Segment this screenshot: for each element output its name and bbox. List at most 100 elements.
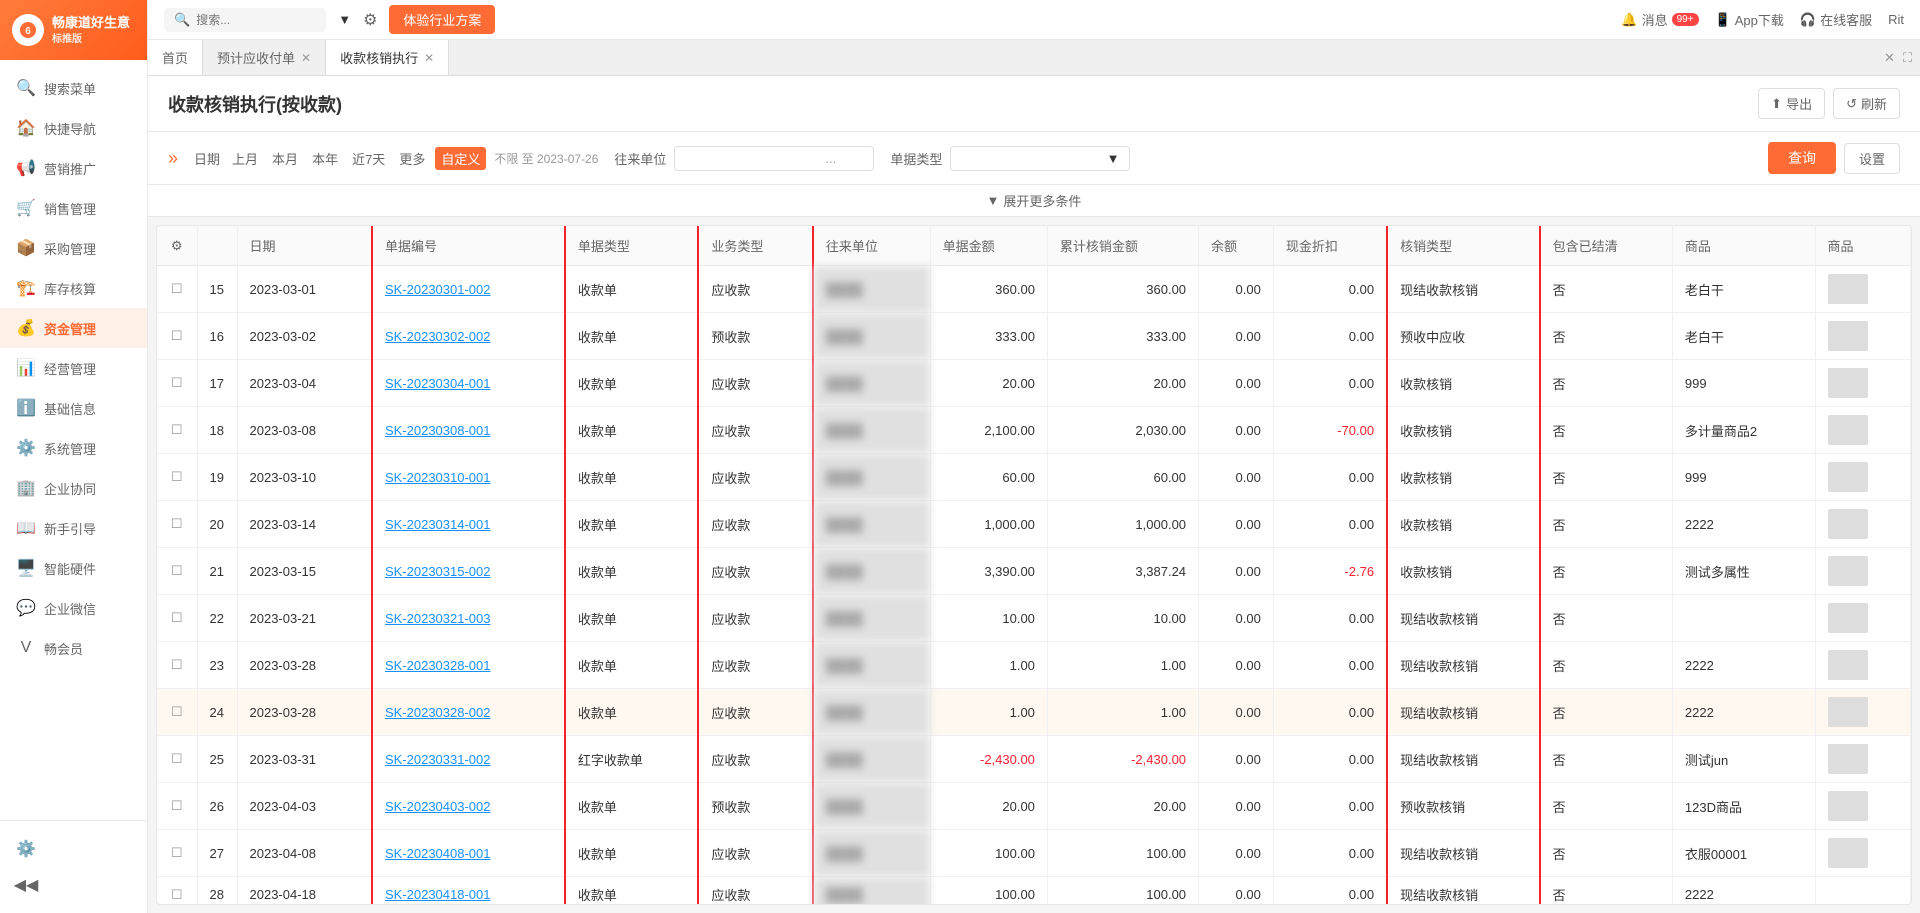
header-settings-icon[interactable]: ⚙ [363,10,377,30]
sidebar-item-inventory[interactable]: 🏗️ 库存核算 [0,268,147,308]
sidebar-item-operation[interactable]: 📊 经营管理 [0,348,147,388]
sidebar-item-member[interactable]: V 畅会员 [0,628,147,668]
col-docno-header[interactable]: 单据编号 [372,226,565,266]
row-settings[interactable]: ☐ [157,642,197,689]
sidebar-item-wechat[interactable]: 💬 企业微信 [0,588,147,628]
app-download-btn[interactable]: 📱 App下载 [1715,10,1784,29]
col-biztype-header[interactable]: 业务类型 [698,226,812,266]
docno-link[interactable]: SK-20230302-002 [385,329,491,344]
row-settings[interactable]: ☐ [157,736,197,783]
tab-receivable-close[interactable]: ✕ [301,51,311,65]
export-button[interactable]: ⬆ 导出 [1758,88,1825,119]
docno-link[interactable]: SK-20230331-002 [385,752,491,767]
doctype-select[interactable]: ▼ [950,146,1130,171]
tab-close-all-icon[interactable]: ✕ [1884,50,1895,66]
col-product2-header[interactable]: 商品 [1815,226,1910,266]
docno-link[interactable]: SK-20230310-001 [385,470,491,485]
col-balance-header[interactable]: 余额 [1199,226,1274,266]
sidebar-item-marketing[interactable]: 📢 营销推广 [0,148,147,188]
docno-link[interactable]: SK-20230418-001 [385,887,491,902]
table-row[interactable]: ☐ 22 2023-03-21 SK-20230321-003 收款单 应收款 … [157,595,1911,642]
header-search[interactable]: 🔍 [164,8,326,32]
date-btn-custom[interactable]: 自定义 [435,147,486,170]
row-settings[interactable]: ☐ [157,783,197,830]
col-doctype-header[interactable]: 单据类型 [565,226,699,266]
table-row[interactable]: ☐ 26 2023-04-03 SK-20230403-002 收款单 预收款 … [157,783,1911,830]
row-settings[interactable]: ☐ [157,877,197,906]
table-row[interactable]: ☐ 15 2023-03-01 SK-20230301-002 收款单 应收款 … [157,266,1911,313]
col-amount-header[interactable]: 单据金额 [930,226,1047,266]
table-row[interactable]: ☐ 19 2023-03-10 SK-20230310-001 收款单 应收款 … [157,454,1911,501]
partner-input[interactable]: ... [674,146,874,171]
docno-link[interactable]: SK-20230314-001 [385,517,491,532]
docno-link[interactable]: SK-20230315-002 [385,564,491,579]
sidebar-collapse-btn[interactable]: ◀◀ [0,867,147,903]
col-product1-header[interactable]: 商品 [1672,226,1815,266]
row-settings[interactable]: ☐ [157,313,197,360]
table-row[interactable]: ☐ 28 2023-04-18 SK-20230418-001 收款单 应收款 … [157,877,1911,906]
docno-link[interactable]: SK-20230328-001 [385,658,491,673]
row-settings[interactable]: ☐ [157,689,197,736]
sidebar-item-enterprise[interactable]: 🏢 企业协同 [0,468,147,508]
query-button[interactable]: 查询 [1768,142,1836,174]
col-writeoff-header[interactable]: 累计核销金额 [1047,226,1198,266]
sidebar-item-purchase[interactable]: 📦 采购管理 [0,228,147,268]
header-dropdown[interactable]: ▼ [338,12,351,27]
tab-maximize-icon[interactable]: ⛶ [1903,50,1912,66]
row-settings[interactable]: ☐ [157,548,197,595]
tab-receivable[interactable]: 预计应收付单 ✕ [203,40,326,75]
table-row[interactable]: ☐ 24 2023-03-28 SK-20230328-002 收款单 应收款 … [157,689,1911,736]
row-settings[interactable]: ☐ [157,454,197,501]
date-btn-7days[interactable]: 近7天 [348,147,389,170]
sidebar-item-sales[interactable]: 🛒 销售管理 [0,188,147,228]
table-row[interactable]: ☐ 16 2023-03-02 SK-20230302-002 收款单 预收款 … [157,313,1911,360]
notifications-btn[interactable]: 🔔 消息 99+ [1621,10,1698,29]
sidebar-item-quick[interactable]: 🏠 快捷导航 [0,108,147,148]
date-btn-this-year[interactable]: 本年 [308,147,342,170]
table-row[interactable]: ☐ 21 2023-03-15 SK-20230315-002 收款单 应收款 … [157,548,1911,595]
col-discount-header[interactable]: 现金折扣 [1273,226,1387,266]
sidebar-item-basic[interactable]: ℹ️ 基础信息 [0,388,147,428]
row-settings[interactable]: ☐ [157,360,197,407]
expand-more-btn[interactable]: ▼ 展开更多条件 [987,191,1082,210]
date-btn-this-month[interactable]: 本月 [268,147,302,170]
refresh-button[interactable]: ↺ 刷新 [1833,88,1900,119]
sidebar-settings-btn[interactable]: ⚙️ [0,831,147,867]
row-settings[interactable]: ☐ [157,830,197,877]
sidebar-item-capital[interactable]: 💰 资金管理 [0,308,147,348]
row-settings[interactable]: ☐ [157,595,197,642]
filter-toggle-btn[interactable]: » [168,148,178,169]
tab-home[interactable]: 首页 [148,40,203,75]
sidebar-item-hardware[interactable]: 🖥️ 智能硬件 [0,548,147,588]
settings-link-button[interactable]: 设置 [1844,143,1900,174]
docno-link[interactable]: SK-20230308-001 [385,423,491,438]
docno-link[interactable]: SK-20230321-003 [385,611,491,626]
date-btn-more[interactable]: 更多 [395,147,429,170]
user-profile[interactable]: Rit [1888,12,1904,27]
sidebar-item-guide[interactable]: 📖 新手引导 [0,508,147,548]
date-btn-last-month[interactable]: 上月 [228,147,262,170]
tab-writeoff[interactable]: 收款核销执行 ✕ [326,40,449,75]
col-settled-header[interactable]: 包含已结清 [1540,226,1673,266]
docno-link[interactable]: SK-20230408-001 [385,846,491,861]
table-row[interactable]: ☐ 17 2023-03-04 SK-20230304-001 收款单 应收款 … [157,360,1911,407]
search-input[interactable] [196,13,316,27]
docno-link[interactable]: SK-20230304-001 [385,376,491,391]
col-partner-header[interactable]: 往来单位 [813,226,930,266]
table-row[interactable]: ☐ 25 2023-03-31 SK-20230331-002 红字收款单 应收… [157,736,1911,783]
docno-link[interactable]: SK-20230301-002 [385,282,491,297]
table-row[interactable]: ☐ 20 2023-03-14 SK-20230314-001 收款单 应收款 … [157,501,1911,548]
table-row[interactable]: ☐ 18 2023-03-08 SK-20230308-001 收款单 应收款 … [157,407,1911,454]
tab-writeoff-close[interactable]: ✕ [424,51,434,65]
sidebar-item-system[interactable]: ⚙️ 系统管理 [0,428,147,468]
col-settings-header[interactable]: ⚙ [157,226,197,266]
solution-button[interactable]: 体验行业方案 [389,5,495,34]
customer-service-btn[interactable]: 🎧 在线客服 [1800,10,1872,29]
col-writeofftype-header[interactable]: 核销类型 [1387,226,1540,266]
row-settings[interactable]: ☐ [157,266,197,313]
row-settings[interactable]: ☐ [157,501,197,548]
docno-link[interactable]: SK-20230403-002 [385,799,491,814]
table-row[interactable]: ☐ 23 2023-03-28 SK-20230328-001 收款单 应收款 … [157,642,1911,689]
col-date-header[interactable]: 日期 [237,226,372,266]
row-settings[interactable]: ☐ [157,407,197,454]
